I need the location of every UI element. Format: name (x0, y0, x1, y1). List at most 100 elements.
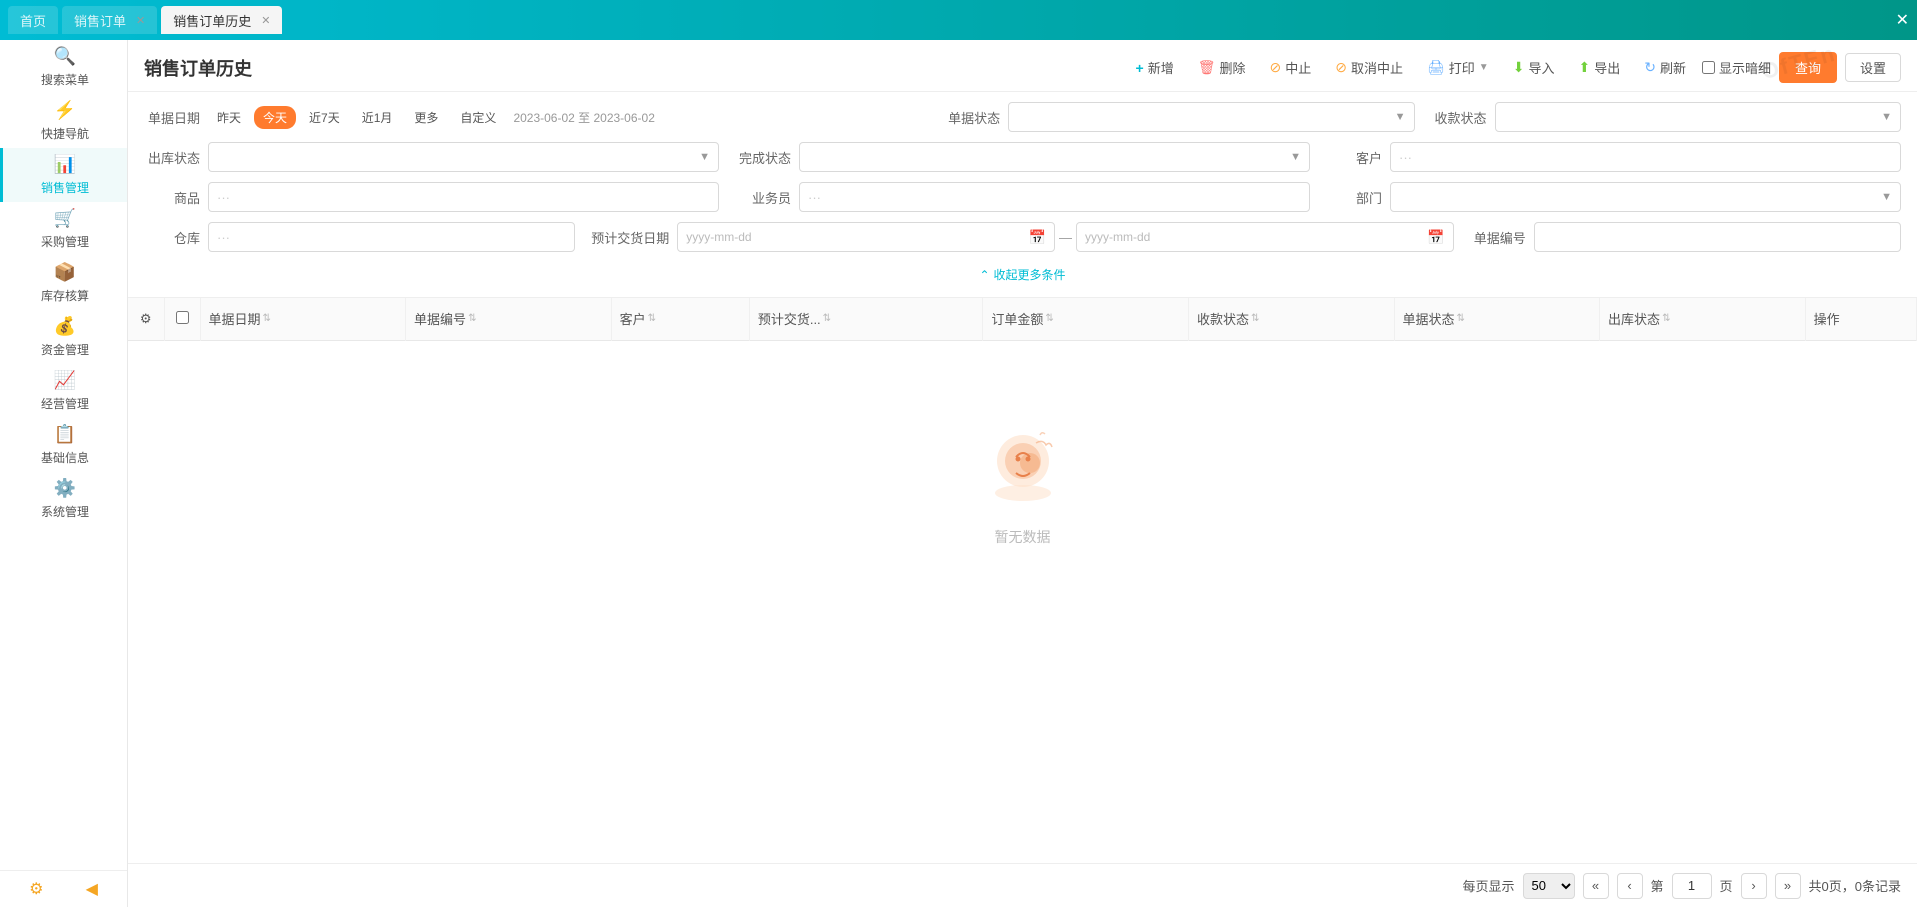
print-button[interactable]: 🖨 打印 ▼ (1419, 54, 1497, 81)
sidebar-item-inventory-label: 库存核算 (41, 287, 89, 304)
customer-input[interactable]: ··· (1390, 142, 1901, 172)
sales-label: 业务员 (735, 188, 791, 207)
sort-order-no-icon[interactable]: ⇅ (468, 313, 476, 324)
purchase-icon: 🛒 (54, 208, 76, 229)
out-status-select[interactable]: ▼ (208, 142, 719, 172)
sidebar-settings-btn[interactable]: ⚙ (29, 879, 43, 899)
warehouse-filter: 仓库 ··· (144, 222, 575, 252)
operations-icon: 📈 (54, 370, 76, 391)
prev-page-btn[interactable]: ‹ (1617, 873, 1643, 899)
print-dropdown-icon: ▼ (1479, 62, 1489, 73)
sort-customer-icon[interactable]: ⇅ (648, 313, 656, 324)
collapse-link[interactable]: ⌃ 收起更多条件 (144, 262, 1901, 287)
th-delivery-label: 预计交货... (758, 309, 821, 328)
show-columns-toggle[interactable]: 显示暗细 (1702, 58, 1771, 77)
customer-label: 客户 (1326, 148, 1382, 167)
tab-home[interactable]: 首页 (8, 6, 58, 34)
tab-sales-order[interactable]: 销售订单 ✕ (62, 6, 157, 34)
filter-row-4: 仓库 ··· 预计交货日期 yyyy-mm-dd 📅 — yyyy (144, 222, 1901, 252)
date-tab-yesterday[interactable]: 昨天 (208, 106, 250, 129)
total-text: 共0页，0条记录 (1809, 876, 1901, 895)
sort-delivery-icon[interactable]: ⇅ (823, 313, 831, 324)
date-tab-7days[interactable]: 近7天 (300, 106, 349, 129)
last-page-btn[interactable]: » (1775, 873, 1801, 899)
show-columns-label: 显示暗细 (1719, 58, 1771, 77)
delivery-date-to[interactable]: yyyy-mm-dd 📅 (1076, 222, 1454, 252)
first-page-btn[interactable]: « (1583, 873, 1609, 899)
next-page-btn[interactable]: › (1741, 873, 1767, 899)
settings-button[interactable]: 设置 (1845, 53, 1901, 82)
sidebar-item-quick-nav[interactable]: ⚡ 快捷导航 (0, 94, 127, 148)
status-label: 单据状态 (944, 108, 1000, 127)
select-all-checkbox[interactable] (176, 311, 189, 324)
cancel-stop-button[interactable]: ⊘ 取消中止 (1327, 54, 1411, 81)
tab-history-close[interactable]: ✕ (261, 14, 270, 27)
th-settings[interactable]: ⚙ (128, 298, 164, 340)
sidebar-item-inventory[interactable]: 📦 库存核算 (0, 256, 127, 310)
date-tab-1month[interactable]: 近1月 (353, 106, 402, 129)
sales-icon: 📊 (54, 154, 76, 175)
complete-select[interactable]: ▼ (799, 142, 1310, 172)
import-button[interactable]: ⬇ 导入 (1505, 54, 1563, 81)
page-size-select[interactable]: 50 10 20 100 (1523, 873, 1575, 899)
goods-dots: ··· (217, 190, 230, 205)
sidebar-item-finance[interactable]: 💰 资金管理 (0, 310, 127, 364)
sort-pay-status-icon[interactable]: ⇅ (1251, 313, 1259, 324)
warehouse-label: 仓库 (144, 228, 200, 247)
export-button[interactable]: ⬆ 导出 (1570, 54, 1628, 81)
sidebar-collapse-btn[interactable]: ◀ (86, 879, 98, 899)
sidebar-item-basic-info[interactable]: 📋 基础信息 (0, 418, 127, 472)
show-columns-checkbox[interactable] (1702, 61, 1715, 74)
pay-status-select[interactable]: ▼ (1495, 102, 1901, 132)
dept-select[interactable]: ▼ (1390, 182, 1901, 212)
delivery-date-from[interactable]: yyyy-mm-dd 📅 (677, 222, 1055, 252)
sort-out-status-icon[interactable]: ⇅ (1662, 313, 1670, 324)
delete-button[interactable]: 🗑 删除 (1190, 54, 1254, 81)
order-no-input[interactable] (1534, 222, 1901, 252)
th-operation-label: 操作 (1814, 312, 1840, 327)
sort-amount-icon[interactable]: ⇅ (1045, 313, 1053, 324)
refresh-button[interactable]: ↻ 刷新 (1636, 54, 1694, 81)
date-tab-today[interactable]: 今天 (254, 106, 296, 129)
goods-input[interactable]: ··· (208, 182, 719, 212)
stop-button[interactable]: ⊘ 中止 (1262, 54, 1320, 81)
sidebar-bottom: ⚙ ◀ (0, 870, 127, 907)
page-label-after: 页 (1720, 876, 1733, 895)
system-icon: ⚙️ (54, 478, 76, 499)
page-input[interactable] (1672, 873, 1712, 899)
import-label: 导入 (1528, 58, 1554, 77)
sidebar-item-operations[interactable]: 📈 经营管理 (0, 364, 127, 418)
add-button[interactable]: + 新增 (1128, 54, 1182, 81)
sort-date-icon[interactable]: ⇅ (263, 313, 271, 324)
top-bar-right: ✕ (1896, 10, 1909, 30)
tab-sales-order-history[interactable]: 销售订单历史 ✕ (161, 6, 282, 34)
sales-input[interactable]: ··· (799, 182, 1310, 212)
add-label: 新增 (1148, 58, 1174, 77)
filter-row-1: 单据日期 昨天 今天 近7天 近1月 更多 自定义 2023-06-02 至 2… (144, 102, 1901, 132)
window-close-btn[interactable]: ✕ (1896, 10, 1909, 30)
tab-sales-order-history-label: 销售订单历史 (173, 11, 251, 30)
date-filter: 单据日期 昨天 今天 近7天 近1月 更多 自定义 2023-06-02 至 2… (144, 106, 928, 129)
sidebar-item-system[interactable]: ⚙️ 系统管理 (0, 472, 127, 526)
page-header: 销售订单历史 + 新增 🗑 删除 ⊘ 中止 ⊘ 取消中止 (128, 40, 1917, 92)
sales-dots: ··· (808, 190, 821, 205)
sidebar-item-search-label: 搜索菜单 (41, 71, 89, 88)
date-tab-custom[interactable]: 自定义 (451, 106, 505, 129)
date-tab-more[interactable]: 更多 (405, 106, 447, 129)
sidebar-item-sales[interactable]: 📊 销售管理 (0, 148, 127, 202)
sidebar-item-search[interactable]: 🔍 搜索菜单 (0, 40, 127, 94)
query-button[interactable]: 查询 (1779, 52, 1837, 83)
settings-table-icon: ⚙ (140, 311, 152, 326)
empty-state: 暂无数据 (128, 341, 1917, 627)
th-amount-label: 订单金额 (991, 309, 1043, 328)
th-checkbox[interactable] (164, 298, 200, 340)
th-out-status-label: 出库状态 (1608, 309, 1660, 328)
sidebar-item-purchase[interactable]: 🛒 采购管理 (0, 202, 127, 256)
tab-sales-order-close[interactable]: ✕ (136, 14, 145, 27)
refresh-icon: ↻ (1644, 59, 1656, 76)
status-select[interactable]: ▼ (1008, 102, 1414, 132)
sort-bill-status-icon[interactable]: ⇅ (1457, 313, 1465, 324)
dept-label: 部门 (1326, 188, 1382, 207)
search-menu-icon: 🔍 (54, 46, 76, 67)
warehouse-input[interactable]: ··· (208, 222, 575, 252)
